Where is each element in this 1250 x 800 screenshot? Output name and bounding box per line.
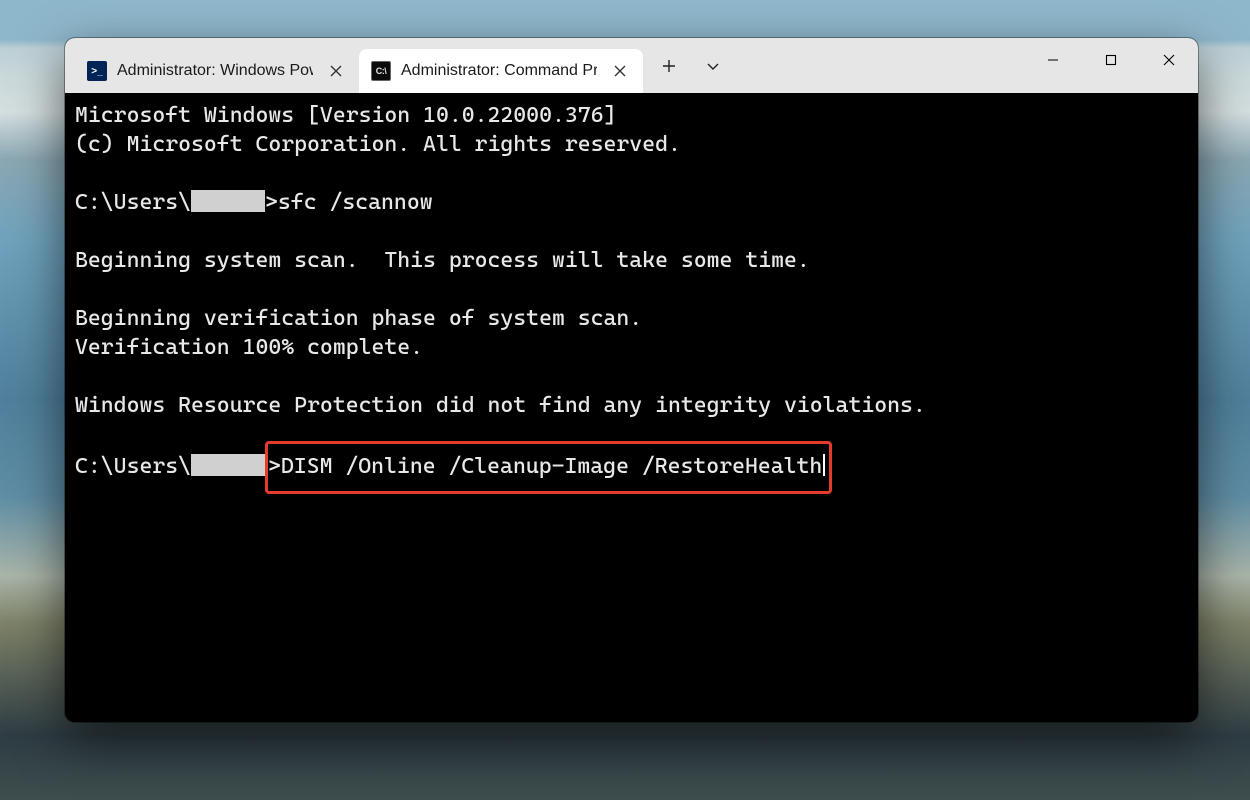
- tab-strip: Administrator: Windows PowerS Administra…: [65, 38, 643, 93]
- prompt-path: C:\Users\: [75, 190, 191, 215]
- redacted-username: [191, 190, 265, 212]
- output-line: (c) Microsoft Corporation. All rights re…: [75, 132, 681, 157]
- prompt-path: C:\Users\: [75, 454, 191, 479]
- text-cursor: [823, 454, 825, 476]
- command-text: sfc /scannow: [278, 190, 433, 215]
- tab-label: Administrator: Command Promp: [401, 62, 597, 80]
- output-line: Microsoft Windows [Version 10.0.22000.37…: [75, 103, 616, 128]
- output-line: Beginning system scan. This process will…: [75, 248, 810, 273]
- titlebar: Administrator: Windows PowerS Administra…: [65, 38, 1198, 93]
- command-highlight: >DISM /Online /Cleanup-Image /RestoreHea…: [265, 441, 832, 494]
- close-tab-icon[interactable]: [323, 58, 349, 84]
- window-controls: [1024, 38, 1198, 93]
- tab-label: Administrator: Windows PowerS: [117, 62, 313, 80]
- prompt-suffix: >: [268, 454, 281, 479]
- redacted-username: [191, 454, 265, 476]
- new-tab-button[interactable]: [649, 46, 689, 86]
- tab-actions: [643, 38, 733, 93]
- close-window-button[interactable]: [1140, 38, 1198, 82]
- output-line: Beginning verification phase of system s…: [75, 306, 642, 331]
- close-tab-icon[interactable]: [607, 58, 633, 84]
- powershell-icon: [87, 61, 107, 81]
- output-line: Verification 100% complete.: [75, 335, 423, 360]
- prompt-suffix: >: [265, 190, 278, 215]
- output-line: Windows Resource Protection did not find…: [75, 393, 926, 418]
- minimize-button[interactable]: [1024, 38, 1082, 82]
- tab-dropdown-button[interactable]: [693, 46, 733, 86]
- command-prompt-icon: [371, 61, 391, 81]
- terminal-output[interactable]: Microsoft Windows [Version 10.0.22000.37…: [65, 93, 1198, 722]
- terminal-window: Administrator: Windows PowerS Administra…: [65, 38, 1198, 722]
- tab-powershell[interactable]: Administrator: Windows PowerS: [75, 49, 359, 93]
- command-text: DISM /Online /Cleanup-Image /RestoreHeal…: [281, 454, 822, 479]
- maximize-button[interactable]: [1082, 38, 1140, 82]
- tab-command-prompt[interactable]: Administrator: Command Promp: [359, 49, 643, 93]
